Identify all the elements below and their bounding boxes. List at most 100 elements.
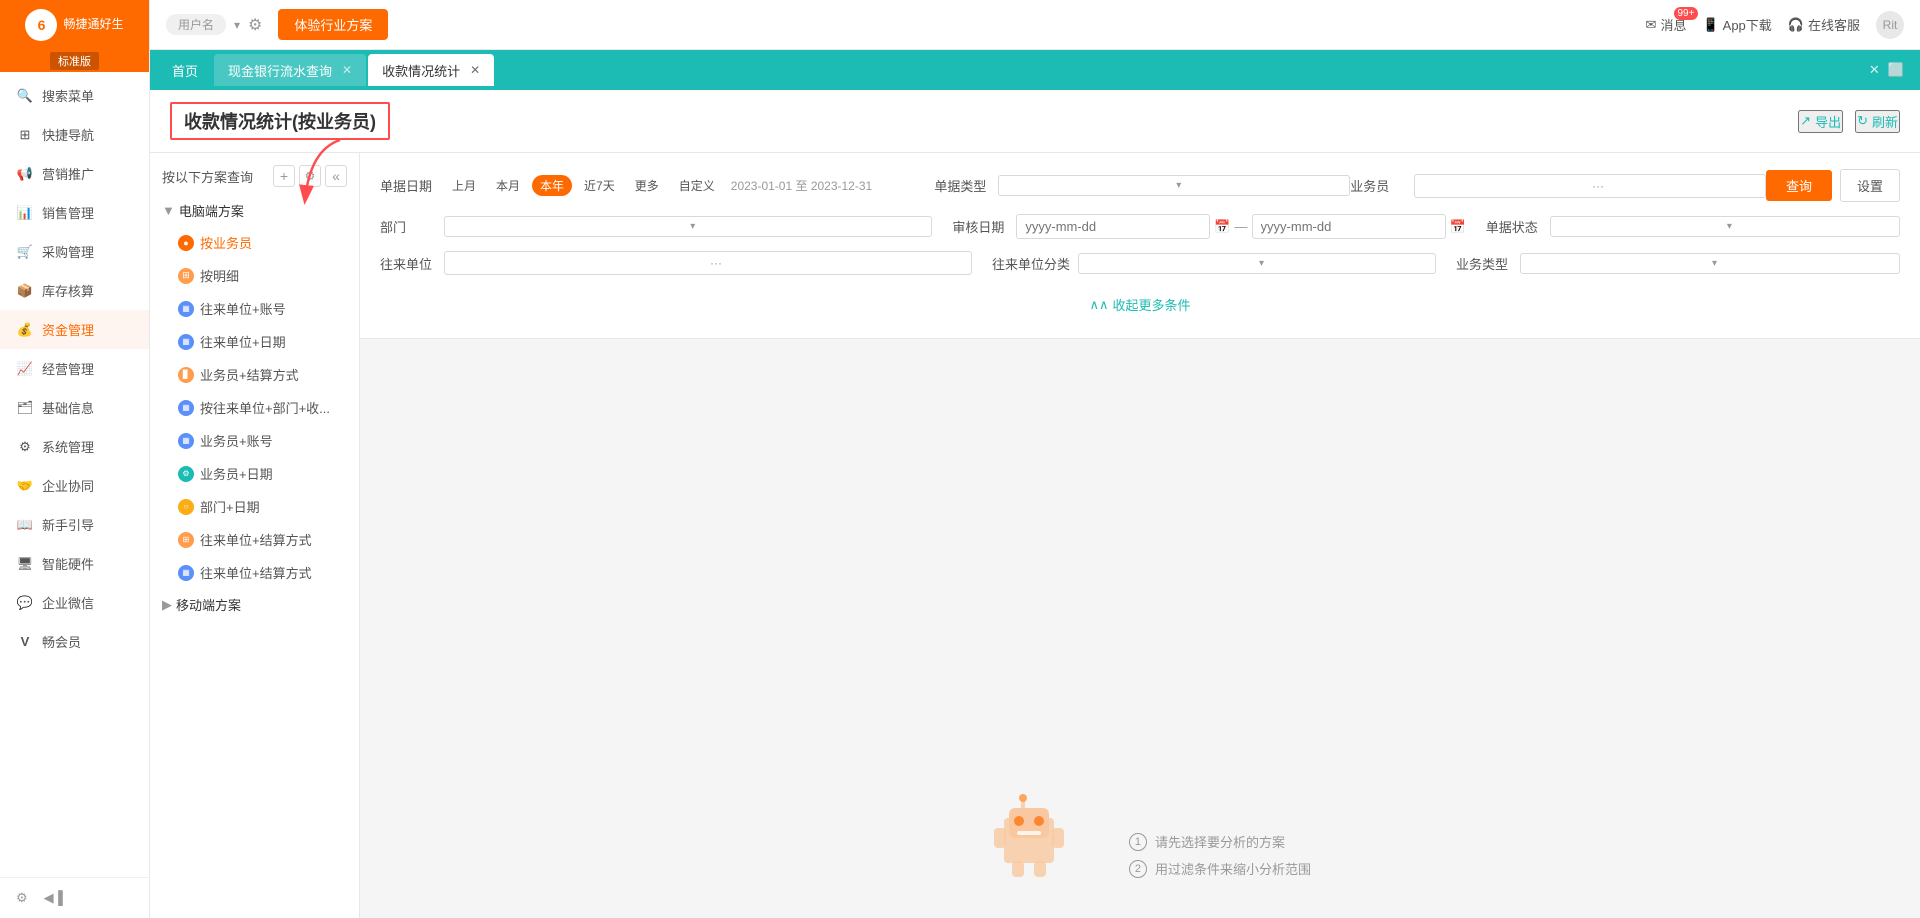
edition-badge: 标准版 <box>50 52 99 70</box>
scheme-item-unit-date[interactable]: ▦ 往来单位+日期 <box>150 325 359 358</box>
tab-bank-close[interactable]: ✕ <box>342 63 352 77</box>
sidebar-item-finance[interactable]: 💰 资金管理 <box>0 310 149 349</box>
date-btn-this-month[interactable]: 本月 <box>488 175 528 196</box>
tab-receipt-close[interactable]: ✕ <box>470 63 480 77</box>
trial-btn[interactable]: 体验行业方案 <box>278 9 388 40</box>
scheme-group-mobile-title[interactable]: ▶ 移动端方案 <box>150 589 359 620</box>
expand-icon: ▼ <box>162 203 175 218</box>
date-btn-last-month[interactable]: 上月 <box>444 175 484 196</box>
refresh-btn[interactable]: ↻ 刷新 <box>1855 110 1900 133</box>
scheme-item-dept-date[interactable]: ○ 部门+日期 <box>150 490 359 523</box>
salesman-select[interactable]: ··· <box>1414 174 1766 198</box>
dropdown-icon[interactable]: ▾ <box>234 18 240 32</box>
sidebar-item-quicknav[interactable]: ⊞ 快捷导航 <box>0 115 149 154</box>
biz-type-select[interactable]: ▾ <box>1520 253 1900 274</box>
sidebar-item-marketing[interactable]: 📢 营销推广 <box>0 154 149 193</box>
tab-bank[interactable]: 现金银行流水查询 ✕ <box>214 54 366 86</box>
scheme-item-by-salesman[interactable]: ● 按业务员 <box>150 226 359 259</box>
finance-icon: 💰 <box>16 321 34 339</box>
sidebar-item-label: 采购管理 <box>42 242 94 261</box>
sidebar-item-system[interactable]: ⚙ 系统管理 <box>0 427 149 466</box>
page-content: 收款情况统计(按业务员) ↗ 导出 ↻ 刷新 按以下方案查询 <box>150 90 1920 918</box>
scheme-settings-btn[interactable]: ⚙ <box>299 165 321 187</box>
query-btn[interactable]: 查询 <box>1766 170 1832 201</box>
cart-icon: 🛒 <box>16 243 34 261</box>
collapse-filter-btn[interactable]: ∧∧ 收起更多条件 <box>380 287 1900 322</box>
sidebar-item-label: 畅会员 <box>42 632 81 651</box>
sidebar-item-label: 营销推广 <box>42 164 94 183</box>
window-maximize-icon[interactable]: ⬜ <box>1888 62 1904 78</box>
scheme-label: 往来单位+结算方式 <box>200 530 312 549</box>
sidebar: 6 畅捷通好生 标准版 🔍 搜索菜单 ⊞ 快捷导航 📢 营销推广 📊 销售管理 … <box>0 0 150 918</box>
sidebar-item-wechat[interactable]: 💬 企业微信 <box>0 583 149 622</box>
tab-receipt[interactable]: 收款情况统计 ✕ <box>368 54 494 86</box>
scheme-item-unit-settle2[interactable]: ▦ 往来单位+结算方式 <box>150 556 359 589</box>
audit-date-label: 审核日期 <box>952 217 1008 236</box>
add-scheme-btn[interactable]: + <box>273 165 295 187</box>
sidebar-item-corp[interactable]: 🤝 企业协同 <box>0 466 149 505</box>
chart-icon: 📊 <box>16 204 34 222</box>
sidebar-item-purchase[interactable]: 🛒 采购管理 <box>0 232 149 271</box>
collapse-sidebar-icon[interactable]: ◀▐ <box>44 890 63 906</box>
audit-date-from[interactable] <box>1016 214 1210 239</box>
message-btn[interactable]: ✉ 消息 99+ <box>1646 15 1687 34</box>
online-service-btn[interactable]: 🎧 在线客服 <box>1788 15 1860 34</box>
trend-icon: 📈 <box>16 360 34 378</box>
scheme-item-unit-dept[interactable]: ▦ 按往来单位+部门+收... <box>150 391 359 424</box>
app-download-btn[interactable]: 📱 App下载 <box>1702 15 1771 34</box>
app-download-label: App下载 <box>1723 15 1772 34</box>
edition-bar: 标准版 <box>0 50 149 72</box>
sidebar-item-operation[interactable]: 📈 经营管理 <box>0 349 149 388</box>
sidebar-item-label: 新手引导 <box>42 515 94 534</box>
doc-status-select[interactable]: ▾ <box>1550 216 1900 237</box>
double-left-icon: « <box>332 168 340 184</box>
sidebar-item-inventory[interactable]: 📦 库存核算 <box>0 271 149 310</box>
sidebar-item-sales[interactable]: 📊 销售管理 <box>0 193 149 232</box>
dept-select[interactable]: ▾ <box>444 216 932 237</box>
sidebar-item-hardware[interactable]: 🖥 智能硬件 <box>0 544 149 583</box>
doc-type-select[interactable]: ▾ <box>998 175 1350 196</box>
sidebar-item-basic[interactable]: 🗂 基础信息 <box>0 388 149 427</box>
grid-icon: ⊞ <box>16 126 34 144</box>
settings-footer-icon[interactable]: ⚙ <box>16 890 28 906</box>
sidebar-item-search[interactable]: 🔍 搜索菜单 <box>0 76 149 115</box>
logo-text: 畅捷通好生 <box>63 17 123 33</box>
export-btn[interactable]: ↗ 导出 <box>1798 110 1843 133</box>
scheme-group-desktop-title[interactable]: ▼ 电脑端方案 <box>150 195 359 226</box>
doc-status-arrow: ▾ <box>1727 221 1891 232</box>
sidebar-item-label: 企业微信 <box>42 593 94 612</box>
date-btn-custom[interactable]: 自定义 <box>671 175 723 196</box>
window-controls: ✕ ⬜ <box>1861 62 1912 78</box>
header-actions: ✉ 消息 99+ 📱 App下载 🎧 在线客服 Rit <box>1646 11 1904 39</box>
right-panel: 单据日期 上月 本月 本年 近7天 更多 自定义 2023-01-01 至 20… <box>360 153 1920 918</box>
filter-settings-btn[interactable]: 设置 <box>1840 169 1900 202</box>
filter-area: 单据日期 上月 本月 本年 近7天 更多 自定义 2023-01-01 至 20… <box>360 153 1920 339</box>
sidebar-item-label: 搜索菜单 <box>42 86 94 105</box>
scheme-item-salesman-date[interactable]: ⚙ 业务员+日期 <box>150 457 359 490</box>
scheme-item-by-detail[interactable]: ⊞ 按明细 <box>150 259 359 292</box>
logo-area: 6 畅捷通好生 <box>0 0 149 50</box>
date-btn-more[interactable]: 更多 <box>627 175 667 196</box>
date-btn-this-year[interactable]: 本年 <box>532 175 572 196</box>
sidebar-item-member[interactable]: V 畅会员 <box>0 622 149 661</box>
sidebar-item-guide[interactable]: 📖 新手引导 <box>0 505 149 544</box>
doc-type-label: 单据类型 <box>934 176 990 195</box>
audit-date-to[interactable] <box>1252 214 1446 239</box>
sidebar-item-label: 智能硬件 <box>42 554 94 573</box>
counterpart-type-select[interactable]: ▾ <box>1078 253 1436 274</box>
scheme-item-salesman-account[interactable]: ▦ 业务员+账号 <box>150 424 359 457</box>
tab-home[interactable]: 首页 <box>158 54 212 86</box>
scheme-item-unit-settle1[interactable]: ⊞ 往来单位+结算方式 <box>150 523 359 556</box>
window-close-icon[interactable]: ✕ <box>1869 62 1880 78</box>
sidebar-item-label: 基础信息 <box>42 398 94 417</box>
header-gear-icon[interactable]: ⚙ <box>248 15 262 35</box>
collapse-panel-btn[interactable]: « <box>325 165 347 187</box>
content-area: 按以下方案查询 + ⚙ « <box>150 153 1920 918</box>
counterpart-select[interactable]: ··· <box>444 251 972 275</box>
tab-bar: 首页 现金银行流水查询 ✕ 收款情况统计 ✕ ✕ ⬜ <box>150 50 1920 90</box>
scheme-label: 业务员+结算方式 <box>200 365 299 384</box>
user-avatar[interactable]: Rit <box>1876 11 1904 39</box>
scheme-item-salesman-settle[interactable]: ▊ 业务员+结算方式 <box>150 358 359 391</box>
date-btn-7days[interactable]: 近7天 <box>576 175 623 196</box>
scheme-item-unit-account[interactable]: ▦ 往来单位+账号 <box>150 292 359 325</box>
